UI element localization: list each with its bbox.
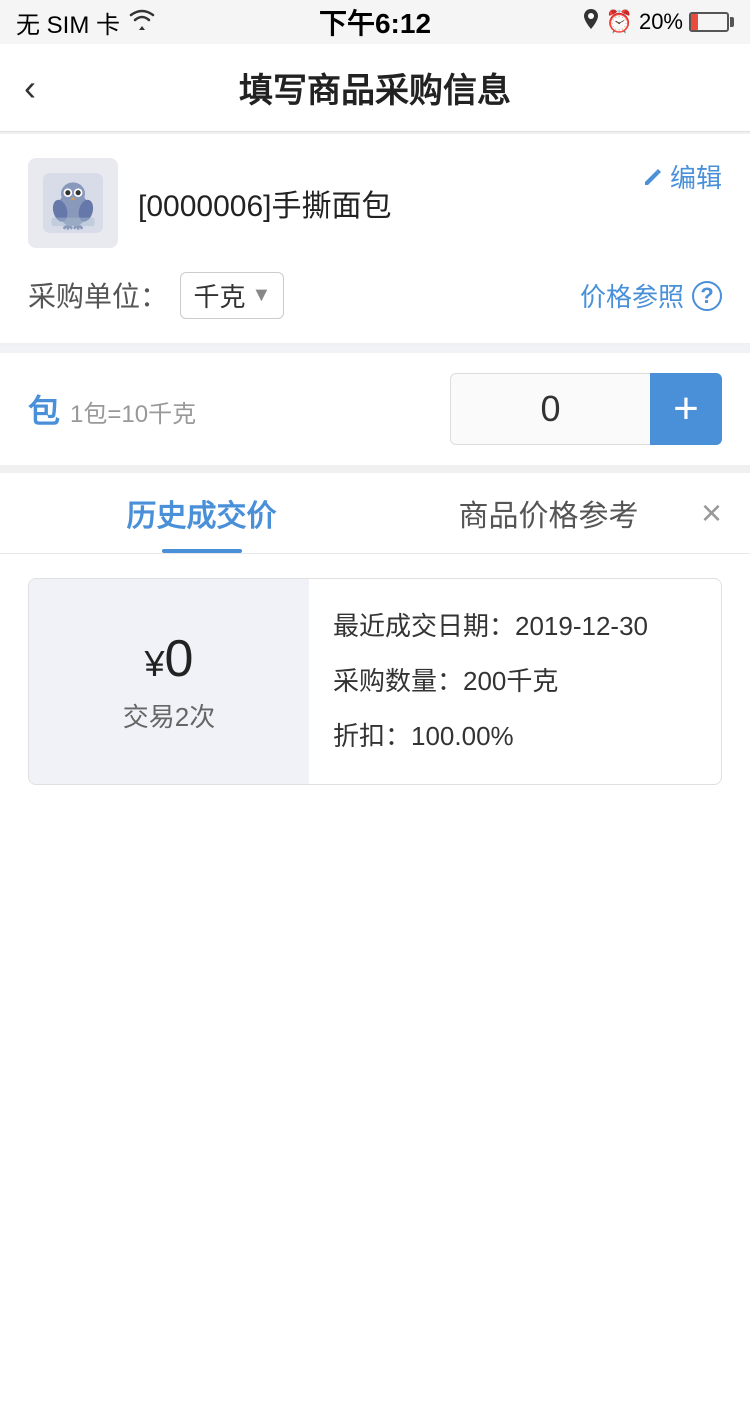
quantity-section: 包 1包=10千克 +	[0, 345, 750, 465]
page-title: 填写商品采购信息	[239, 63, 511, 112]
history-tx-count: 交易2次	[123, 697, 215, 734]
price-ref-button[interactable]: 价格参照 ?	[580, 277, 722, 314]
quantity-unit: 包	[28, 386, 60, 432]
quantity-plus-button[interactable]: +	[650, 373, 722, 445]
unit-dropdown-arrow: ▼	[251, 284, 271, 307]
product-name: [0000006]手撕面包	[138, 181, 391, 225]
product-header: [0000006]手撕面包 编辑	[28, 158, 722, 248]
history-price: ¥0	[145, 629, 194, 689]
alarm-icon: ⏰	[606, 9, 633, 35]
history-card: ¥0 交易2次 最近成交日期：2019-12-30 采购数量：200千克 折扣：…	[28, 578, 722, 785]
quantity-input[interactable]	[450, 373, 650, 445]
tab-active-underline	[162, 549, 242, 553]
tabs-header: 历史成交价 商品价格参考 ×	[0, 473, 750, 554]
history-card-right: 最近成交日期：2019-12-30 采购数量：200千克 折扣：100.00%	[309, 579, 721, 784]
status-right: ⏰ 20%	[582, 8, 734, 36]
wifi-icon	[128, 8, 156, 37]
nav-bar: ‹ 填写商品采购信息	[0, 44, 750, 132]
quantity-input-area: +	[450, 373, 722, 445]
price-ref-help-icon: ?	[692, 281, 722, 311]
tabs-section: 历史成交价 商品价格参考 × ¥0 交易2次 最近成交日期：2019-12-30…	[0, 473, 750, 1409]
status-left: 无 SIM 卡	[16, 5, 156, 40]
history-price-value: 0	[165, 630, 194, 688]
history-card-left: ¥0 交易2次	[29, 579, 309, 784]
history-latest-date: 最近成交日期：2019-12-30	[333, 607, 697, 646]
product-left: [0000006]手撕面包	[28, 158, 391, 248]
tab-close-button[interactable]: ×	[701, 492, 722, 534]
product-unit-row: 采购单位： 千克 ▼ 价格参照 ?	[28, 272, 722, 319]
sim-status: 无 SIM 卡	[16, 5, 120, 40]
history-content: ¥0 交易2次 最近成交日期：2019-12-30 采购数量：200千克 折扣：…	[0, 554, 750, 809]
battery-percent: 20%	[639, 9, 683, 35]
tab-history-price[interactable]: 历史成交价	[28, 473, 375, 553]
status-time: 下午6:12	[319, 2, 431, 42]
history-discount: 折扣：100.00%	[333, 717, 697, 756]
product-section: [0000006]手撕面包 编辑 采购单位： 千克 ▼ 价格参照 ?	[0, 134, 750, 343]
unit-label: 采购单位：	[28, 281, 168, 312]
quantity-conversion: 1包=10千克	[70, 394, 196, 429]
unit-select[interactable]: 千克 ▼	[180, 272, 284, 319]
main-content-area	[0, 809, 750, 1409]
battery-icon	[689, 12, 734, 32]
location-icon	[582, 8, 600, 36]
status-bar: 无 SIM 卡 下午6:12 ⏰ 20%	[0, 0, 750, 44]
history-price-symbol: ¥	[145, 643, 165, 684]
back-button[interactable]: ‹	[24, 67, 36, 109]
history-purchase-qty: 采购数量：200千克	[333, 662, 697, 701]
tab-product-price-ref[interactable]: 商品价格参考	[375, 473, 722, 553]
edit-button[interactable]: 编辑	[642, 158, 722, 195]
quantity-label: 包 1包=10千克	[28, 386, 196, 432]
unit-row-left: 采购单位： 千克 ▼	[28, 272, 284, 319]
product-image	[28, 158, 118, 248]
